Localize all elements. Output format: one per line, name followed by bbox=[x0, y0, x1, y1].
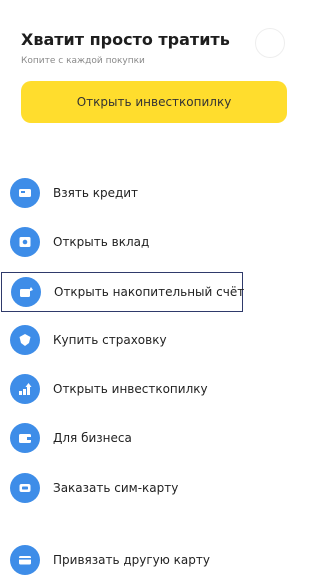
promo-decoration-icon bbox=[255, 28, 285, 58]
menu-item-label: Открыть накопительный счёт bbox=[54, 285, 245, 299]
menu-item-for-business[interactable]: Для бизнеса bbox=[0, 416, 314, 460]
menu-item-open-deposit[interactable]: Открыть вклад bbox=[0, 220, 314, 264]
link-card-icon bbox=[10, 545, 40, 575]
menu-item-label: Открыть вклад bbox=[53, 235, 150, 249]
business-wallet-icon bbox=[10, 423, 40, 453]
promo-subtitle: Копите с каждой покупки bbox=[21, 56, 145, 66]
menu-item-open-investment-piggybank[interactable]: Открыть инвесткопилку bbox=[0, 367, 314, 411]
menu-item-buy-insurance[interactable]: Купить страховку bbox=[0, 318, 314, 362]
deposit-safe-icon bbox=[10, 227, 40, 257]
menu-item-label: Заказать сим-карту bbox=[53, 481, 179, 495]
promo-title: Хватит просто тратить bbox=[21, 30, 230, 49]
investment-growth-icon bbox=[10, 374, 40, 404]
menu-item-take-credit[interactable]: Взять кредит bbox=[0, 171, 314, 215]
menu-item-label: Купить страховку bbox=[53, 333, 167, 347]
menu-item-label: Открыть инвесткопилку bbox=[53, 382, 208, 396]
menu-item-link-other-card[interactable]: Привязать другую карту bbox=[0, 538, 314, 582]
sim-card-icon bbox=[10, 473, 40, 503]
insurance-shield-icon bbox=[10, 325, 40, 355]
open-investment-piggybank-button[interactable]: Открыть инвесткопилку bbox=[21, 81, 287, 123]
savings-account-icon bbox=[11, 277, 41, 307]
credit-card-icon bbox=[10, 178, 40, 208]
menu-item-label: Взять кредит bbox=[53, 186, 139, 200]
menu-item-label: Привязать другую карту bbox=[53, 553, 210, 567]
menu-item-open-savings-account[interactable]: Открыть накопительный счёт bbox=[1, 272, 245, 312]
promo-card: Хватит просто тратить Копите с каждой по… bbox=[10, 8, 304, 136]
menu-item-order-sim-card[interactable]: Заказать сим-карту bbox=[0, 466, 314, 510]
menu-item-label: Для бизнеса bbox=[53, 431, 132, 445]
